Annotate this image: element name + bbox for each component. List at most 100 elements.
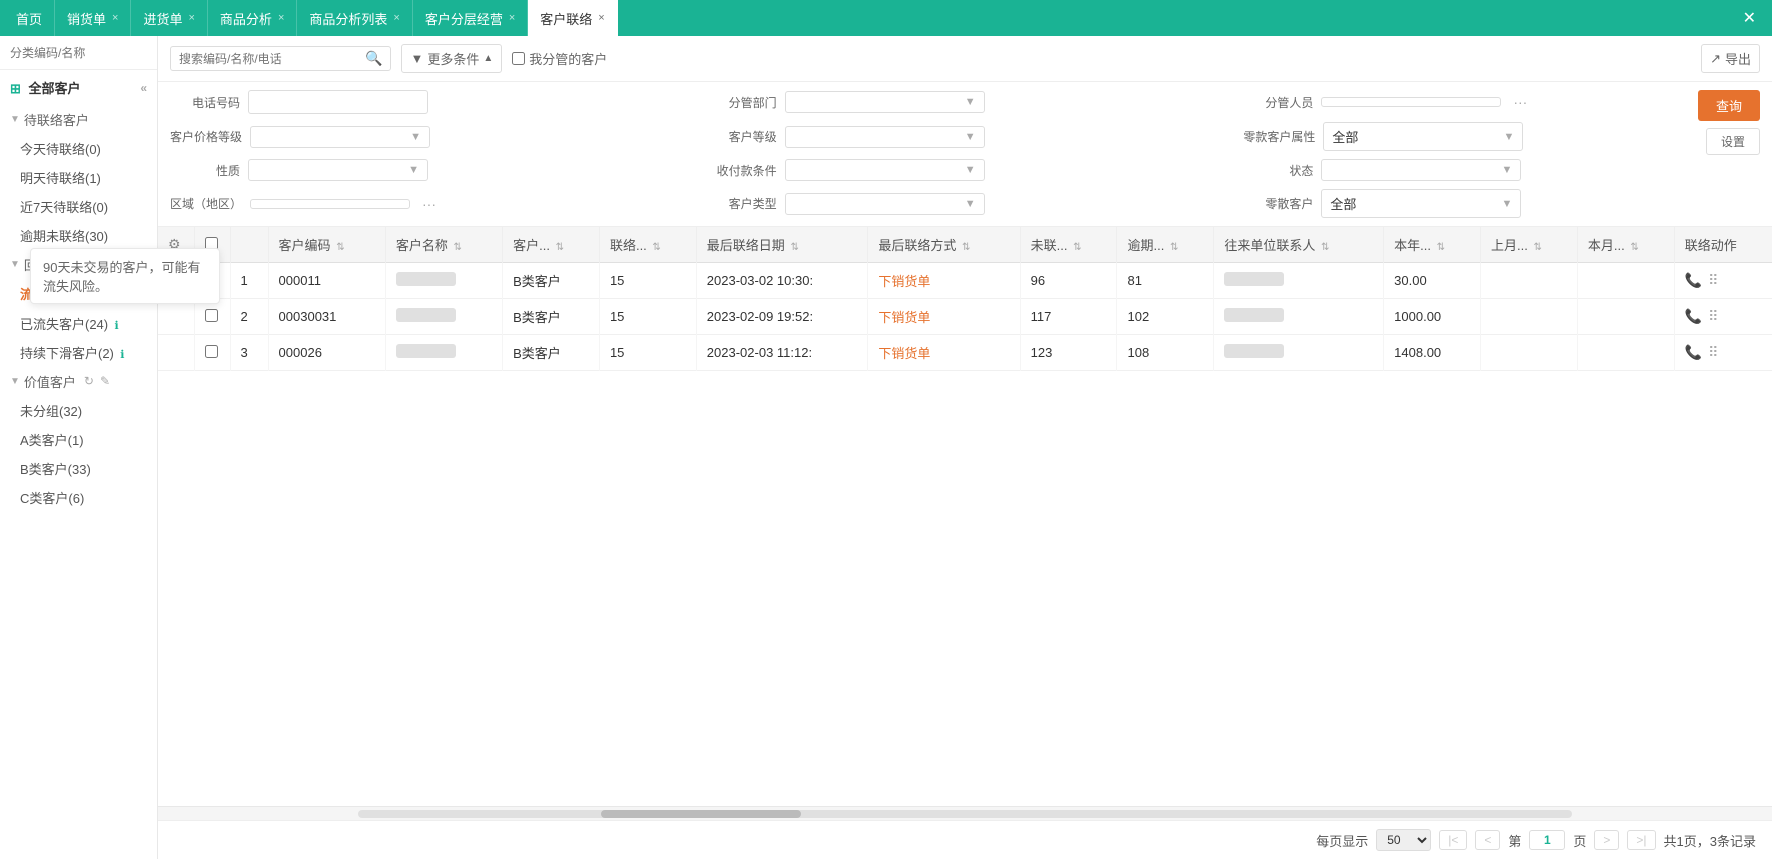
row-checkbox-2[interactable]: [205, 309, 218, 322]
td-code-2: 00030031: [268, 299, 385, 335]
pending-contact-group[interactable]: ▼ 待联络客户: [0, 105, 157, 134]
tab-purchase[interactable]: 进货单 ×: [131, 0, 207, 36]
customer-type-select[interactable]: ▼: [785, 193, 985, 215]
th-overdue[interactable]: 逾期... ⇅: [1117, 227, 1214, 263]
page-number-input[interactable]: [1529, 830, 1565, 850]
contact-icon-1[interactable]: 📞: [1685, 272, 1702, 289]
sidebar-item-declining[interactable]: 持续下滑客户(2) ℹ: [0, 338, 157, 367]
sidebar-item-class-a[interactable]: A类客户(1): [0, 425, 157, 454]
arrears-attr-select[interactable]: 全部 ▼: [1323, 122, 1523, 151]
sort-icon-lm: ⇅: [1533, 242, 1541, 253]
more-action-icon-1[interactable]: ⠿: [1708, 272, 1718, 289]
tab-sales[interactable]: 销货单 ×: [55, 0, 131, 36]
tab-purchase-close[interactable]: ×: [188, 12, 194, 24]
td-uncontact-2: 117: [1020, 299, 1117, 335]
sidebar-item-overdue[interactable]: 逾期未联络(30): [0, 221, 157, 250]
value-customers-group[interactable]: ▼ 价值客户 ↻ ✎: [0, 367, 157, 396]
th-name[interactable]: 客户名称 ⇅: [385, 227, 502, 263]
table-row: 3 000026 B类客户 15 2023-02-03 11:12: 下销货单 …: [158, 335, 1772, 371]
status-select[interactable]: ▼: [1321, 159, 1521, 181]
th-code[interactable]: 客户编码 ⇅: [268, 227, 385, 263]
tab-product-analysis[interactable]: 商品分析 ×: [208, 0, 297, 36]
tab-customer-tier-close[interactable]: ×: [509, 12, 515, 24]
settings-button[interactable]: 设置: [1706, 128, 1760, 155]
th-contact-count[interactable]: 联络... ⇅: [599, 227, 696, 263]
sidebar-item-tomorrow[interactable]: 明天待联络(1): [0, 163, 157, 192]
td-year-3: 1408.00: [1384, 335, 1481, 371]
region-more-icon[interactable]: ···: [422, 196, 436, 212]
tab-customer-contact[interactable]: 客户联络 ×: [528, 0, 617, 36]
sidebar-search-input[interactable]: [10, 46, 158, 60]
customer-type-field: 客户类型 ▼: [687, 193, 1224, 215]
gender-select[interactable]: ▼: [248, 159, 428, 181]
th-customer-type[interactable]: 客户... ⇅: [503, 227, 600, 263]
td-year-2: 1000.00: [1384, 299, 1481, 335]
info-icon: ℹ: [114, 320, 118, 332]
tab-sales-close[interactable]: ×: [112, 12, 118, 24]
sidebar-item-class-b[interactable]: B类客户(33): [0, 454, 157, 483]
person-label: 分管人员: [1243, 94, 1313, 111]
way-link-3[interactable]: 下销货单: [878, 346, 930, 361]
person-more-icon[interactable]: ···: [1513, 94, 1527, 110]
table-body: 1 000011 B类客户 15 2023-03-02 10:30: 下销货单 …: [158, 263, 1772, 371]
payment-select[interactable]: ▼: [785, 159, 985, 181]
sidebar-item-class-c[interactable]: C类客户(6): [0, 483, 157, 512]
way-link-1[interactable]: 下销货单: [878, 274, 930, 289]
first-page-btn[interactable]: |<: [1439, 830, 1467, 850]
th-this-year[interactable]: 本年... ⇅: [1384, 227, 1481, 263]
scroll-thumb[interactable]: [601, 810, 801, 818]
td-person-3: [1214, 335, 1384, 371]
sidebar-item-today[interactable]: 今天待联络(0): [0, 134, 157, 163]
tab-customer-tier[interactable]: 客户分层经营 ×: [413, 0, 528, 36]
tab-product-analysis-close[interactable]: ×: [278, 12, 284, 24]
edit-group-icon[interactable]: ✎: [100, 374, 110, 388]
search-submit-icon[interactable]: 🔍: [365, 50, 382, 67]
export-btn[interactable]: ↗ 导出: [1701, 44, 1760, 73]
retail-select[interactable]: 全部 ▼: [1321, 189, 1521, 218]
sort-icon-uncontact: ⇅: [1073, 242, 1081, 253]
row-checkbox-3[interactable]: [205, 345, 218, 358]
more-conditions-btn[interactable]: ▼ 更多条件 ▲: [401, 44, 502, 73]
search-input[interactable]: [179, 52, 359, 66]
sidebar: 🔍 ⊞ 全部客户 « ▼ 待联络客户 今天待联络(0) 明天待联络(1) 近7天…: [0, 36, 158, 859]
refresh-icon[interactable]: ↻: [84, 374, 94, 388]
sidebar-item-ungrouped[interactable]: 未分组(32): [0, 396, 157, 425]
data-table: ⚙ 客户编码 ⇅ 客户名称 ⇅: [158, 227, 1772, 371]
sidebar-item-7days[interactable]: 近7天待联络(0): [0, 192, 157, 221]
tab-customer-contact-close[interactable]: ×: [598, 12, 604, 24]
th-last-month[interactable]: 上月... ⇅: [1481, 227, 1578, 263]
sort-icon-tm: ⇅: [1630, 242, 1638, 253]
region-select[interactable]: [250, 199, 410, 209]
th-uncontact[interactable]: 未联... ⇅: [1020, 227, 1117, 263]
more-action-icon-2[interactable]: ⠿: [1708, 308, 1718, 325]
more-action-icon-3[interactable]: ⠿: [1708, 344, 1718, 361]
per-page-select[interactable]: 50 20 100: [1376, 829, 1431, 851]
person-select[interactable]: [1321, 97, 1501, 107]
tab-product-list[interactable]: 商品分析列表 ×: [297, 0, 412, 36]
th-last-date[interactable]: 最后联络日期 ⇅: [696, 227, 868, 263]
price-grade-select[interactable]: ▼: [250, 126, 430, 148]
th-this-month[interactable]: 本月... ⇅: [1577, 227, 1674, 263]
way-link-2[interactable]: 下销货单: [878, 310, 930, 325]
th-last-way[interactable]: 最后联络方式 ⇅: [868, 227, 1020, 263]
tab-product-list-close[interactable]: ×: [393, 12, 399, 24]
window-close-icon[interactable]: ✕: [1735, 8, 1764, 28]
scroll-track[interactable]: [358, 810, 1572, 818]
contact-icon-3[interactable]: 📞: [1685, 344, 1702, 361]
sidebar-collapse-btn[interactable]: «: [140, 81, 147, 95]
customer-grade-select[interactable]: ▼: [785, 126, 985, 148]
tab-home[interactable]: 首页: [8, 0, 55, 36]
phone-input[interactable]: [248, 90, 428, 114]
next-page-btn[interactable]: >: [1594, 830, 1619, 850]
horizontal-scroll-bar[interactable]: [158, 806, 1772, 820]
contact-icon-2[interactable]: 📞: [1685, 308, 1702, 325]
department-select[interactable]: ▼: [785, 91, 985, 113]
prev-page-btn[interactable]: <: [1475, 830, 1500, 850]
sidebar-all-customers-header[interactable]: ⊞ 全部客户 «: [0, 70, 157, 105]
last-page-btn[interactable]: >|: [1627, 830, 1655, 850]
query-button[interactable]: 查询: [1698, 90, 1760, 121]
my-customers-check[interactable]: [512, 52, 525, 65]
th-contact-person[interactable]: 往来单位联系人 ⇅: [1214, 227, 1384, 263]
sidebar-item-lost[interactable]: 已流失客户(24) ℹ: [0, 309, 157, 338]
my-customers-checkbox[interactable]: 我分管的客户: [512, 49, 607, 68]
